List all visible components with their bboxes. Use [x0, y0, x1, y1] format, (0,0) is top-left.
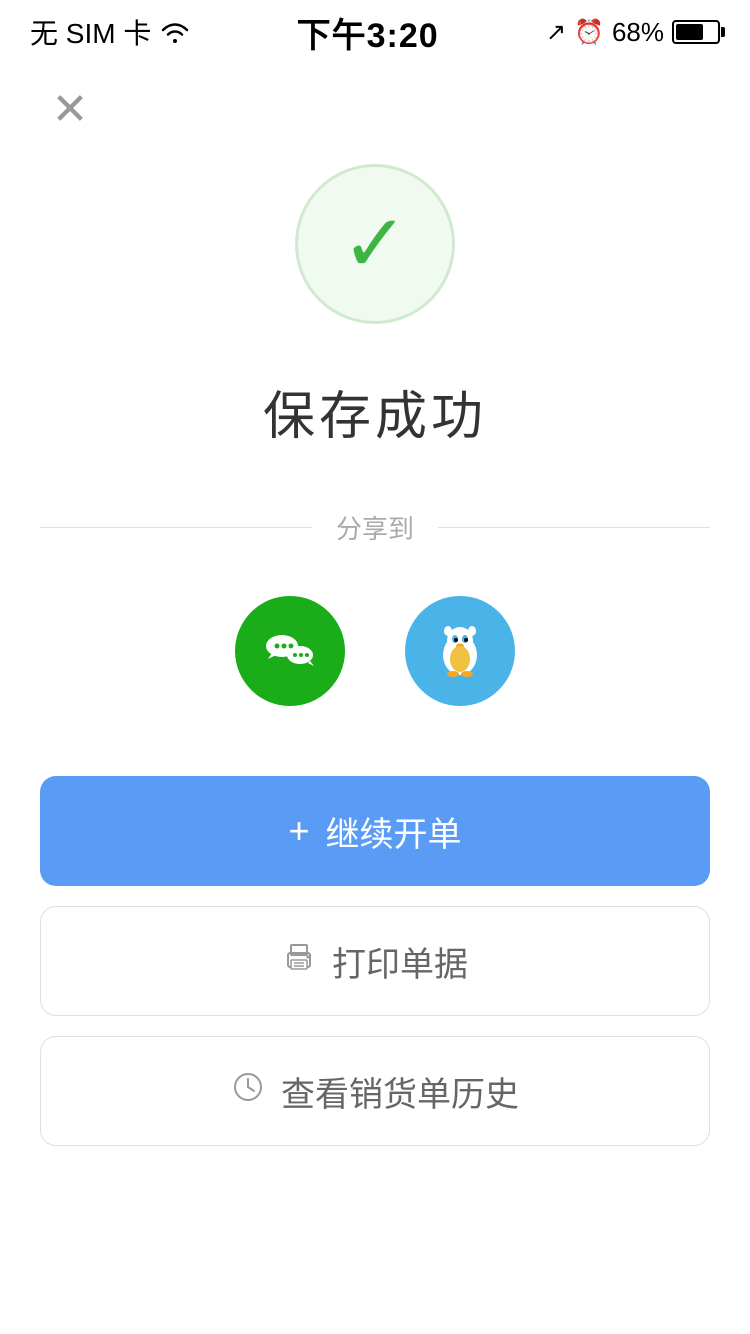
print-receipt-label: 打印单据: [332, 937, 468, 986]
share-label: 分享到: [312, 509, 438, 546]
share-icons-container: [235, 596, 515, 706]
battery-icon: [672, 20, 720, 44]
status-right: ↗ ⏰ 68%: [546, 17, 720, 48]
continue-order-label: 继续开单: [326, 807, 462, 856]
share-wechat-button[interactable]: [235, 596, 345, 706]
status-bar: 无 SIM 卡 下午3:20 ↗ ⏰ 68%: [0, 0, 750, 64]
printer-icon: [282, 940, 316, 982]
view-history-label: 查看销货单历史: [281, 1067, 519, 1116]
qq-icon: [428, 619, 493, 684]
clock-icon: [231, 1070, 265, 1113]
status-carrier: 无 SIM 卡: [30, 12, 189, 52]
location-icon: ↗: [546, 18, 566, 47]
view-history-button[interactable]: 查看销货单历史: [40, 1036, 710, 1146]
wechat-icon: [258, 619, 323, 684]
share-line-left: [40, 527, 312, 528]
alarm-icon: ⏰: [574, 18, 604, 47]
success-circle: ✓: [295, 164, 455, 324]
carrier-text: 无 SIM 卡: [30, 12, 151, 52]
main-content: ✓ 保存成功 分享到: [0, 64, 750, 1146]
buttons-section: + 继续开单 打印单据: [0, 776, 750, 1146]
close-button[interactable]: ✕: [40, 80, 100, 140]
share-qq-button[interactable]: [405, 596, 515, 706]
success-title: 保存成功: [263, 374, 487, 449]
print-receipt-button[interactable]: 打印单据: [40, 906, 710, 1016]
status-time: 下午3:20: [297, 8, 439, 57]
continue-order-button[interactable]: + 继续开单: [40, 776, 710, 886]
checkmark-icon: ✓: [341, 204, 408, 284]
share-line-right: [438, 527, 710, 528]
battery-text: 68%: [612, 17, 664, 48]
close-icon: ✕: [52, 88, 89, 132]
share-section: 分享到: [0, 509, 750, 546]
plus-icon: +: [288, 810, 309, 852]
wifi-icon: [161, 21, 189, 43]
